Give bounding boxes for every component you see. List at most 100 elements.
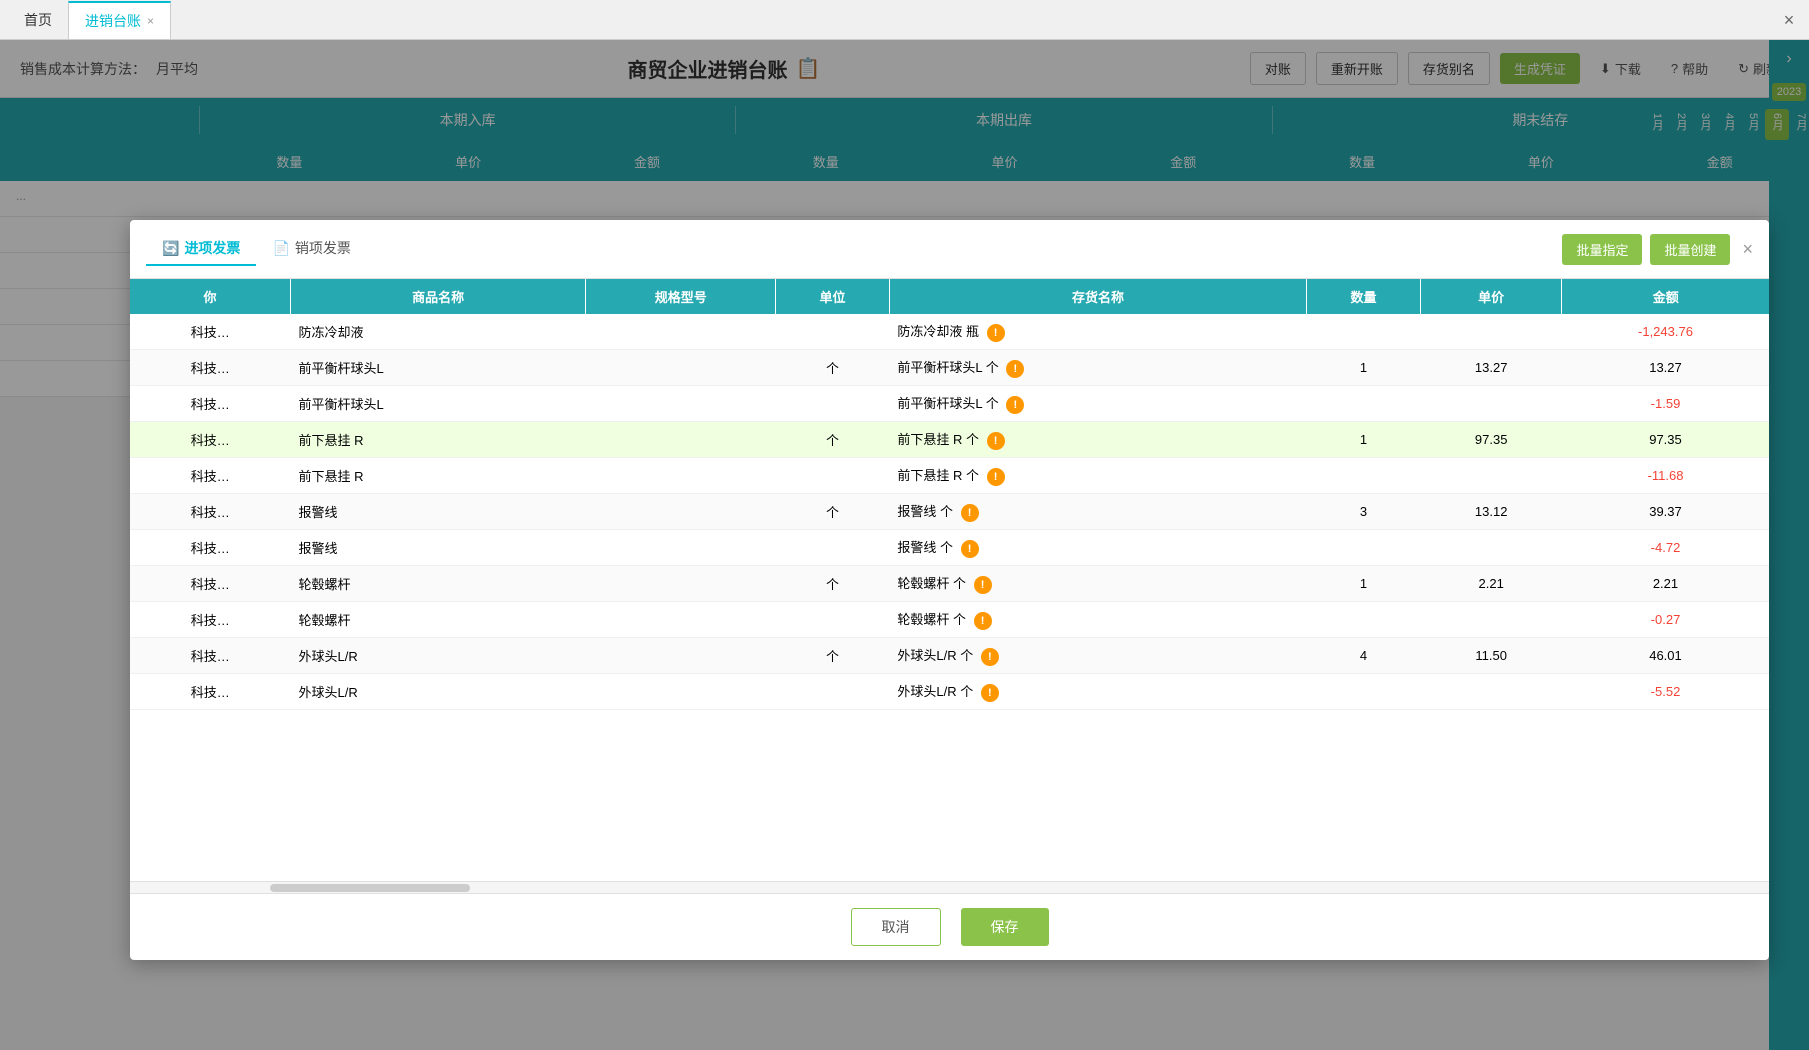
table-row[interactable]: 科技… 前下悬挂 R 前下悬挂 R 个 ! -11.68 — [130, 458, 1769, 494]
cell-price — [1420, 458, 1562, 494]
app-area: 销售成本计算方法： 月平均 商贸企业进销台账 📋 对账 重新开账 存货别名 生成… — [0, 40, 1809, 1050]
cell-qty: 1 — [1307, 350, 1421, 386]
cell-amount: 97.35 — [1562, 422, 1769, 458]
batch-create-button[interactable]: 批量创建 — [1650, 234, 1730, 265]
cell-company: 科技… — [130, 602, 291, 638]
cell-amount: 13.27 — [1562, 350, 1769, 386]
tab-active-close[interactable]: × — [147, 14, 154, 28]
warning-icon: ! — [961, 504, 979, 522]
tab-home[interactable]: 首页 — [8, 2, 68, 38]
cell-unit: 个 — [776, 350, 890, 386]
modal-table: 你 商品名称 规格型号 单位 存货名称 数量 单价 金额 科技… 防冻冷却液 — [130, 279, 1769, 710]
table-row[interactable]: 科技… 轮毂螺杆 轮毂螺杆 个 ! -0.27 — [130, 602, 1769, 638]
cell-spec — [586, 566, 776, 602]
cell-qty — [1307, 458, 1421, 494]
cell-price — [1420, 386, 1562, 422]
cell-company: 科技… — [130, 674, 291, 710]
cell-unit — [776, 602, 890, 638]
cell-product: 轮毂螺杆 — [291, 566, 586, 602]
cell-product: 外球头L/R — [291, 638, 586, 674]
th-amount: 金额 — [1562, 279, 1769, 314]
cell-amount: 39.37 — [1562, 494, 1769, 530]
modal-scrollbar-thumb — [270, 884, 470, 892]
cell-unit: 个 — [776, 638, 890, 674]
cell-inventory: 轮毂螺杆 个 ! — [889, 566, 1306, 602]
inbound-tab-icon: 🔄 — [162, 240, 179, 257]
window-close-button[interactable]: × — [1769, 0, 1809, 40]
tab-active-label: 进销台账 — [85, 11, 141, 31]
cell-spec — [586, 458, 776, 494]
cell-unit: 个 — [776, 422, 890, 458]
cell-spec — [586, 602, 776, 638]
tab-active[interactable]: 进销台账 × — [68, 1, 171, 39]
th-price: 单价 — [1420, 279, 1562, 314]
warning-icon: ! — [974, 576, 992, 594]
table-row[interactable]: 科技… 外球头L/R 外球头L/R 个 ! -5.52 — [130, 674, 1769, 710]
table-row[interactable]: 科技… 防冻冷却液 防冻冷却液 瓶 ! -1,243.76 — [130, 314, 1769, 350]
cell-unit — [776, 314, 890, 350]
modal-table-head: 你 商品名称 规格型号 单位 存货名称 数量 单价 金额 — [130, 279, 1769, 314]
outbound-tab-icon: 📄 — [272, 240, 289, 257]
table-row[interactable]: 科技… 前平衡杆球头L 个 前平衡杆球头L 个 ! 1 13.27 13.27 — [130, 350, 1769, 386]
table-row[interactable]: 科技… 前下悬挂 R 个 前下悬挂 R 个 ! 1 97.35 97.35 — [130, 422, 1769, 458]
tab-bar: 首页 进销台账 × × — [0, 0, 1809, 40]
cell-qty: 1 — [1307, 566, 1421, 602]
tab-outbound-invoice[interactable]: 📄 销项发票 — [256, 232, 366, 266]
cell-inventory: 前下悬挂 R 个 ! — [889, 422, 1306, 458]
cell-inventory: 外球头L/R 个 ! — [889, 674, 1306, 710]
modal-close-button[interactable]: × — [1742, 239, 1753, 260]
table-row[interactable]: 科技… 报警线 个 报警线 个 ! 3 13.12 39.37 — [130, 494, 1769, 530]
modal-scrollbar[interactable] — [130, 881, 1769, 893]
th-qty: 数量 — [1307, 279, 1421, 314]
cell-unit — [776, 674, 890, 710]
cell-product: 前平衡杆球头L — [291, 350, 586, 386]
cell-inventory: 前平衡杆球头L 个 ! — [889, 350, 1306, 386]
cell-amount: -1.59 — [1562, 386, 1769, 422]
batch-assign-button[interactable]: 批量指定 — [1562, 234, 1642, 265]
cell-price — [1420, 674, 1562, 710]
table-row[interactable]: 科技… 外球头L/R 个 外球头L/R 个 ! 4 11.50 46.01 — [130, 638, 1769, 674]
cell-product: 轮毂螺杆 — [291, 602, 586, 638]
cell-qty — [1307, 530, 1421, 566]
cell-spec — [586, 638, 776, 674]
tab-inbound-invoice[interactable]: 🔄 进项发票 — [146, 232, 256, 266]
cell-amount: -11.68 — [1562, 458, 1769, 494]
warning-icon: ! — [1006, 396, 1024, 414]
cell-inventory: 前平衡杆球头L 个 ! — [889, 386, 1306, 422]
cell-price — [1420, 530, 1562, 566]
cell-amount: -0.27 — [1562, 602, 1769, 638]
modal-tabs: 🔄 进项发票 📄 销项发票 — [146, 232, 1562, 266]
warning-icon: ! — [981, 648, 999, 666]
cell-amount: 46.01 — [1562, 638, 1769, 674]
th-company: 你 — [130, 279, 291, 314]
modal-table-wrap[interactable]: 你 商品名称 规格型号 单位 存货名称 数量 单价 金额 科技… 防冻冷却液 — [130, 279, 1769, 881]
th-product: 商品名称 — [291, 279, 586, 314]
modal-table-body: 科技… 防冻冷却液 防冻冷却液 瓶 ! -1,243.76 科技… 前平衡杆球头… — [130, 314, 1769, 710]
table-row[interactable]: 科技… 报警线 报警线 个 ! -4.72 — [130, 530, 1769, 566]
cell-product: 报警线 — [291, 530, 586, 566]
cell-price: 97.35 — [1420, 422, 1562, 458]
cell-company: 科技… — [130, 386, 291, 422]
cell-price: 13.12 — [1420, 494, 1562, 530]
cell-qty — [1307, 386, 1421, 422]
cell-company: 科技… — [130, 314, 291, 350]
table-row[interactable]: 科技… 前平衡杆球头L 前平衡杆球头L 个 ! -1.59 — [130, 386, 1769, 422]
cell-product: 前平衡杆球头L — [291, 386, 586, 422]
cell-product: 外球头L/R — [291, 674, 586, 710]
save-button[interactable]: 保存 — [961, 908, 1049, 946]
cancel-button[interactable]: 取消 — [851, 908, 941, 946]
cell-qty: 3 — [1307, 494, 1421, 530]
cell-product: 报警线 — [291, 494, 586, 530]
th-spec: 规格型号 — [586, 279, 776, 314]
table-row[interactable]: 科技… 轮毂螺杆 个 轮毂螺杆 个 ! 1 2.21 2.21 — [130, 566, 1769, 602]
cell-inventory: 外球头L/R 个 ! — [889, 638, 1306, 674]
warning-icon: ! — [981, 684, 999, 702]
th-inventory: 存货名称 — [889, 279, 1306, 314]
modal-header: 🔄 进项发票 📄 销项发票 批量指定 批量创建 × — [130, 220, 1769, 279]
cell-price — [1420, 314, 1562, 350]
cell-company: 科技… — [130, 350, 291, 386]
cell-price: 13.27 — [1420, 350, 1562, 386]
cell-qty: 1 — [1307, 422, 1421, 458]
cell-qty — [1307, 674, 1421, 710]
cell-inventory: 报警线 个 ! — [889, 530, 1306, 566]
